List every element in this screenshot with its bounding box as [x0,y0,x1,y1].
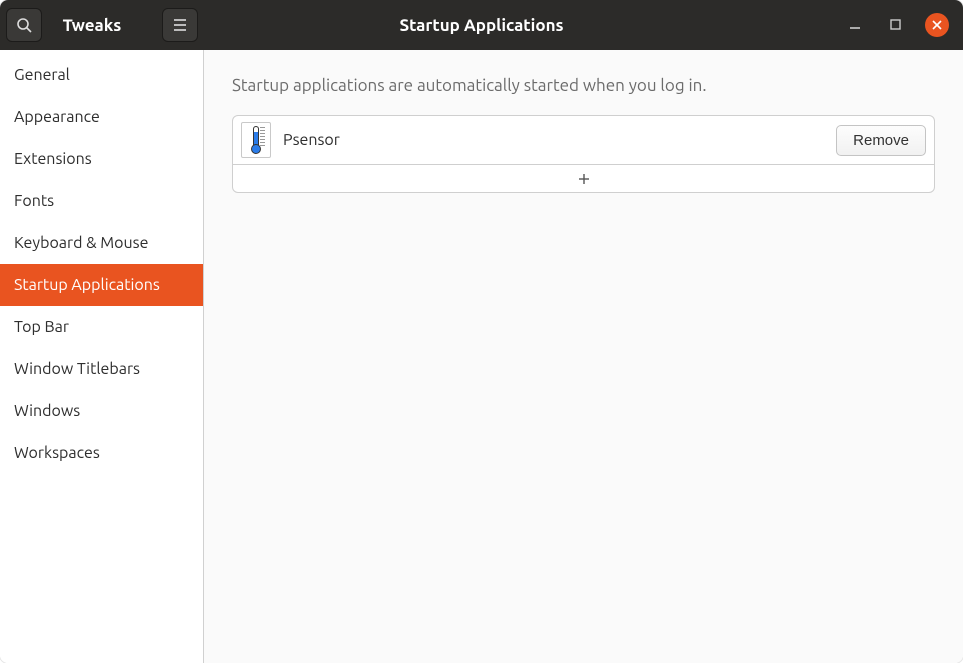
sidebar-item-label: Extensions [14,150,92,168]
sidebar-item-label: Windows [14,402,80,420]
menu-button[interactable] [162,8,198,42]
sidebar-item-appearance[interactable]: Appearance [0,96,203,138]
startup-app-row: Psensor Remove [233,116,934,164]
sidebar-item-label: Keyboard & Mouse [14,234,148,252]
sidebar-item-fonts[interactable]: Fonts [0,180,203,222]
remove-button[interactable]: Remove [836,125,926,156]
sidebar-item-label: Workspaces [14,444,100,462]
sidebar-item-label: Fonts [14,192,54,210]
panel-description: Startup applications are automatically s… [232,76,935,95]
main-panel: Startup applications are automatically s… [204,50,963,663]
titlebar-left: Tweaks [0,0,204,50]
maximize-icon [890,16,901,34]
sidebar-item-keyboard-mouse[interactable]: Keyboard & Mouse [0,222,203,264]
sidebar-item-general[interactable]: General [0,54,203,96]
sidebar-item-workspaces[interactable]: Workspaces [0,432,203,474]
close-button[interactable] [925,13,949,37]
hamburger-icon [173,19,187,31]
sidebar-item-label: General [14,66,70,84]
startup-app-list: Psensor Remove [232,115,935,193]
sidebar-item-label: Window Titlebars [14,360,140,378]
titlebar: Tweaks Startup Applications [0,0,963,50]
plus-icon [577,172,591,186]
sidebar-item-label: Top Bar [14,318,69,336]
app-icon-thermometer [241,122,271,158]
app-name-label: Psensor [283,131,824,149]
sidebar-item-window-titlebars[interactable]: Window Titlebars [0,348,203,390]
window-controls [845,13,963,37]
add-startup-app-button[interactable] [233,164,934,192]
close-icon [932,16,942,34]
sidebar-item-windows[interactable]: Windows [0,390,203,432]
app-window: Tweaks Startup Applications [0,0,963,663]
sidebar-item-label: Startup Applications [14,276,160,294]
sidebar: General Appearance Extensions Fonts Keyb… [0,50,204,663]
sidebar-item-extensions[interactable]: Extensions [0,138,203,180]
sidebar-item-label: Appearance [14,108,100,126]
minimize-icon [849,16,861,34]
window-body: General Appearance Extensions Fonts Keyb… [0,50,963,663]
app-title: Tweaks [28,16,156,35]
maximize-button[interactable] [885,15,905,35]
sidebar-item-startup-applications[interactable]: Startup Applications [0,264,203,306]
sidebar-item-top-bar[interactable]: Top Bar [0,306,203,348]
minimize-button[interactable] [845,15,865,35]
